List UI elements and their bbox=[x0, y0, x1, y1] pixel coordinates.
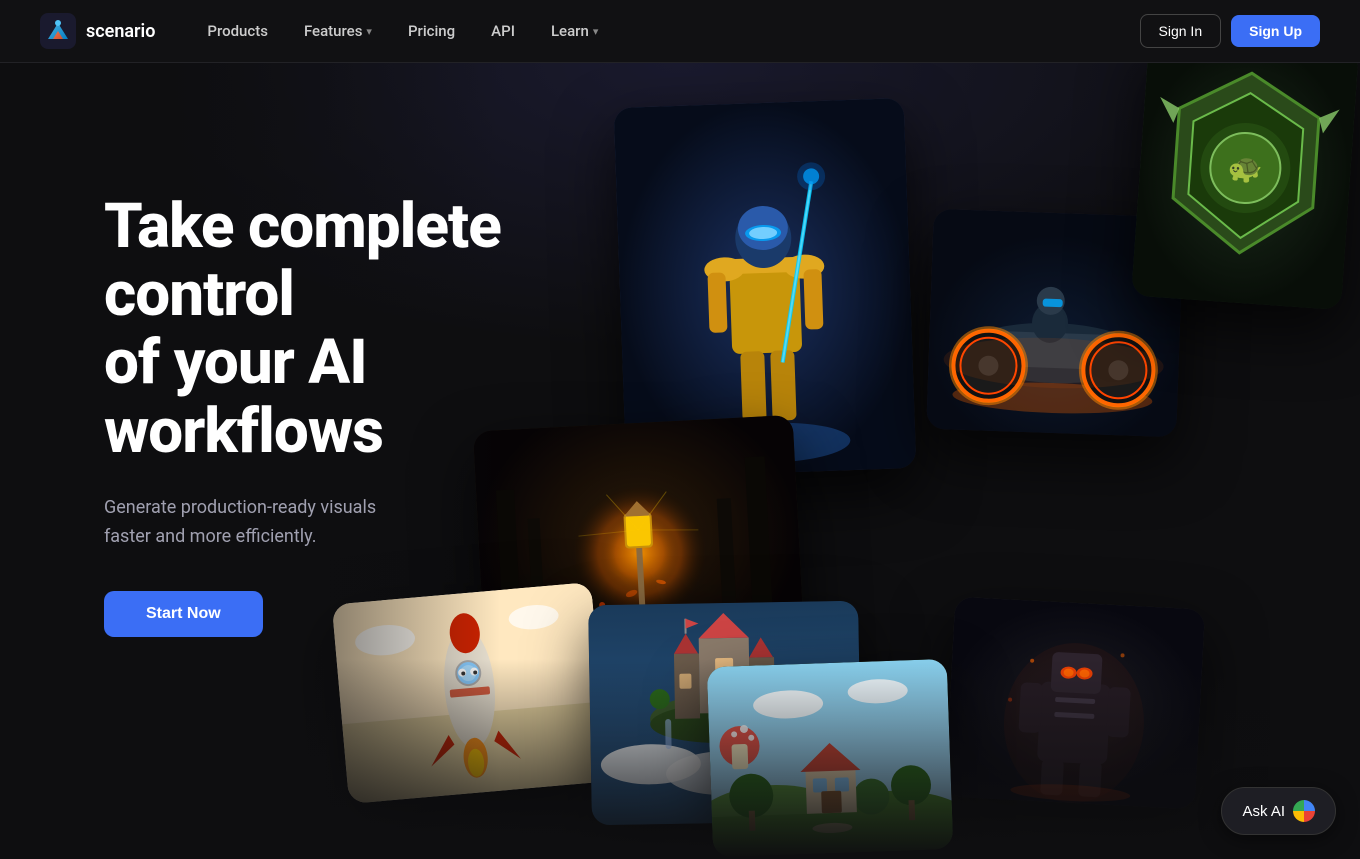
start-now-button[interactable]: Start Now bbox=[104, 591, 263, 637]
nav-features[interactable]: Features ▾ bbox=[288, 14, 388, 48]
hero-section: Take complete control of your AI workflo… bbox=[0, 63, 1360, 859]
hero-subtitle: Generate production-ready visuals faster… bbox=[104, 494, 650, 552]
ask-ai-button[interactable]: Ask AI bbox=[1221, 787, 1336, 835]
robot-image bbox=[945, 597, 1205, 810]
nav-right: Sign In Sign Up bbox=[1140, 14, 1320, 48]
robot-card bbox=[945, 597, 1205, 810]
logo-text: scenario bbox=[86, 21, 155, 42]
learn-chevron-icon: ▾ bbox=[593, 25, 599, 38]
signup-button[interactable]: Sign Up bbox=[1231, 15, 1320, 47]
nav-pricing[interactable]: Pricing bbox=[392, 14, 471, 48]
nav-left: scenario Products Features ▾ Pricing API… bbox=[40, 13, 614, 49]
nav-links: Products Features ▾ Pricing API Learn ▾ bbox=[191, 14, 614, 48]
hero-content: Take complete control of your AI workflo… bbox=[0, 63, 650, 637]
village-card bbox=[707, 659, 953, 857]
nav-api[interactable]: API bbox=[475, 14, 531, 48]
features-chevron-icon: ▾ bbox=[366, 25, 372, 38]
shield-card: 🐢 bbox=[1131, 63, 1359, 310]
nav-products[interactable]: Products bbox=[191, 14, 284, 48]
navbar: scenario Products Features ▾ Pricing API… bbox=[0, 0, 1360, 63]
logo[interactable]: scenario bbox=[40, 13, 155, 49]
nav-learn[interactable]: Learn ▾ bbox=[535, 14, 614, 48]
ask-ai-icon bbox=[1293, 800, 1315, 822]
village-image bbox=[707, 659, 953, 857]
hero-title: Take complete control of your AI workflo… bbox=[104, 193, 650, 466]
signin-button[interactable]: Sign In bbox=[1140, 14, 1222, 48]
logo-icon bbox=[40, 13, 76, 49]
ask-ai-label: Ask AI bbox=[1242, 803, 1285, 820]
shield-image: 🐢 bbox=[1131, 63, 1359, 310]
